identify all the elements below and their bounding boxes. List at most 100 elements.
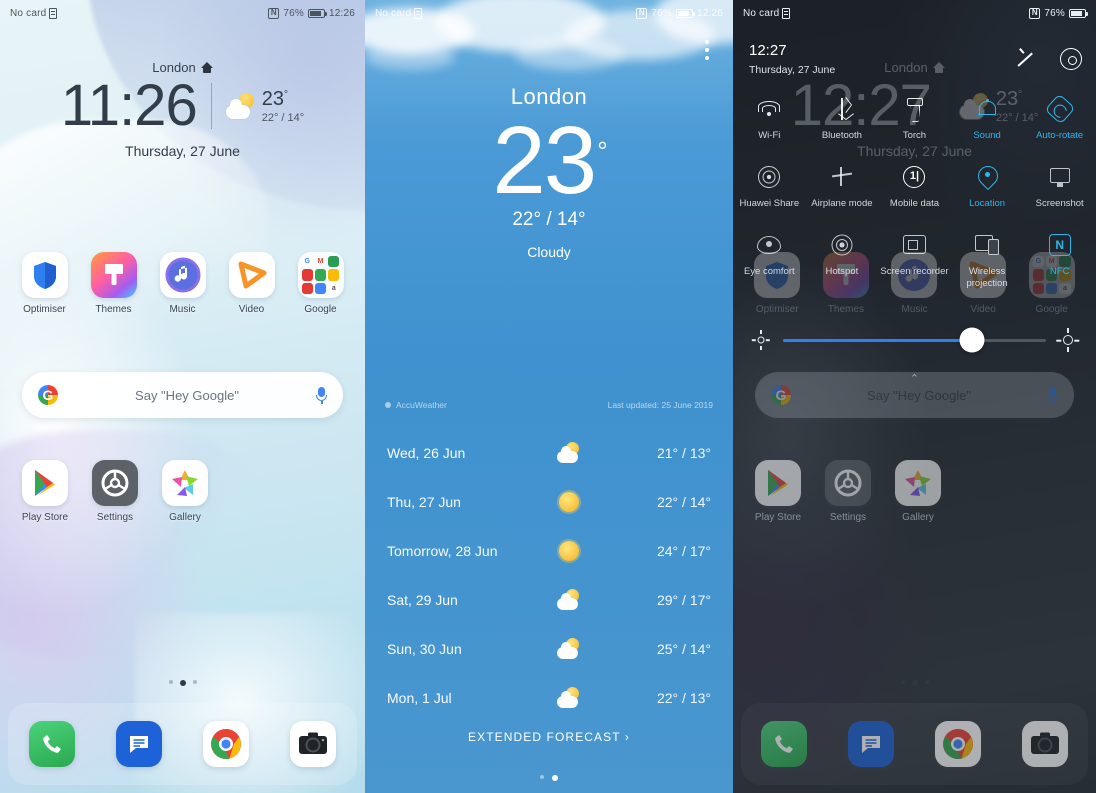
toggle-nfc[interactable]: N NFC [1023,224,1096,290]
app-label: Play Store [21,512,69,523]
app-label: Music [169,304,196,315]
page-dot[interactable] [168,680,173,684]
search-input[interactable]: Say "Hey Google" [58,388,316,403]
sun-behind-cloud-icon [522,442,616,463]
weather-high-low: 22° / 14° [512,209,586,230]
location-pin-icon [951,160,1024,194]
quick-settings-toggle-grid: Wi-Fi Bluetooth Torch Sound Auto-rotate … [733,88,1096,290]
app-icon-video[interactable]: Video [217,252,286,315]
status-bar: No card N 76% [733,0,1096,26]
huawei-share-icon [733,160,806,194]
nfc-icon: N [1023,228,1096,262]
toggle-wireless-projection[interactable]: Wireless projection [951,224,1024,290]
page-dot-active[interactable] [552,775,558,781]
forecast-row[interactable]: Sun, 30 Jun 25° / 14° [365,624,733,673]
forecast-temps: 29° / 17° [656,591,711,608]
status-bar: No card N 76% 12:26 [0,0,365,26]
sun-behind-cloud-icon [225,93,256,119]
status-bar-right: N 76% 12:26 [636,7,723,19]
extended-forecast-button[interactable]: EXTENDED FORECAST › [365,730,733,744]
brightness-high-icon [1056,328,1080,352]
weather-source-label: AccuWeather [396,400,447,410]
toggle-row-1: Wi-Fi Bluetooth Torch Sound Auto-rotate [733,88,1096,142]
forecast-row[interactable]: Tomorrow, 28 Jun 24° / 17° [365,526,733,575]
toggle-row-3: Eye comfort Hotspot Screen recorder Wire… [733,224,1096,290]
forecast-list: Wed, 26 Jun 21° / 13° Thu, 27 Jun 22° / … [365,428,733,722]
app-label: Google [304,304,337,315]
page-dot-active[interactable] [179,680,186,686]
toggle-sound[interactable]: Sound [951,88,1024,142]
toggle-location[interactable]: Location [951,156,1024,210]
widget-high-low: 22° / 14° [261,112,305,124]
toggle-bluetooth[interactable]: Bluetooth [806,88,879,142]
toggle-eye-comfort[interactable]: Eye comfort [733,224,806,290]
app-label: Gallery [169,512,201,523]
auto-rotate-icon [1023,92,1096,126]
quick-settings-header: 12:27 Thursday, 27 June [749,42,1082,76]
forecast-row[interactable]: Thu, 27 Jun 22° / 14° [365,477,733,526]
app-icon-themes[interactable]: Themes [79,252,148,315]
camera-icon[interactable] [290,721,337,767]
toggle-screen-recorder[interactable]: Screen recorder [878,224,951,290]
music-note-icon [159,252,206,298]
phone-icon[interactable] [28,721,75,767]
toggle-label: Wi-Fi [758,130,781,141]
status-bar-clock: 12:26 [328,7,355,19]
quick-settings-collapse-handle[interactable]: ⌃ [733,372,1096,385]
themes-brush-icon [90,252,137,298]
microphone-icon[interactable] [316,386,327,404]
page-indicator [0,680,365,686]
edit-pencil-icon[interactable] [1016,48,1038,70]
no-card-label: No card [10,7,47,19]
quick-settings-actions [1016,48,1082,70]
toggle-label: Bluetooth [821,130,862,141]
app-icon-music[interactable]: Music [148,252,217,315]
chrome-icon[interactable] [203,721,250,767]
play-store-glyph [35,470,55,496]
page-dot[interactable] [540,775,544,779]
toggle-mobile-data[interactable]: 1| Mobile data [878,156,951,210]
page-dot[interactable] [192,680,197,684]
app-folder-google[interactable]: G M a Google [286,252,355,315]
toggle-airplane-mode[interactable]: Airplane mode [806,156,879,210]
bluetooth-icon [806,92,879,126]
forecast-row[interactable]: Sat, 29 Jun 29° / 17° [365,575,733,624]
sun-behind-cloud-icon [522,687,616,708]
app-label: Optimiser [23,304,66,315]
forecast-row[interactable]: Mon, 1 Jul 22° / 13° [365,673,733,722]
forecast-row[interactable]: Wed, 26 Jun 21° / 13° [365,428,733,477]
clock-weather-widget[interactable]: London 11:26 23° 22° / 14° Thursday, 27 … [0,60,365,159]
app-icon-optimiser[interactable]: Optimiser [10,252,79,315]
brightness-slider[interactable] [783,327,1046,353]
nfc-icon: N [1029,7,1041,19]
forecast-day: Sun, 30 Jun [387,640,462,657]
battery-icon [307,8,327,18]
google-g-icon [38,385,58,405]
hotspot-icon [806,228,879,262]
app-icon-play-store[interactable]: Play Store [10,460,80,523]
toggle-wifi[interactable]: Wi-Fi [733,88,806,142]
toggle-hotspot[interactable]: Hotspot [806,224,879,290]
weather-source[interactable]: AccuWeather [385,400,447,410]
app-icon-settings[interactable]: Settings [80,460,150,523]
google-search-bar[interactable]: Say "Hey Google" [22,372,343,418]
gallery-flower-icon [162,460,208,506]
gear-icon[interactable] [1060,48,1082,70]
quick-settings-date: Thursday, 27 June [749,63,836,76]
status-bar: No card N 76% 12:26 [365,0,733,26]
app-icon-gallery[interactable]: Gallery [150,460,220,523]
forecast-temps: 22° / 13° [656,689,711,706]
toggle-auto-rotate[interactable]: Auto-rotate [1023,88,1096,142]
toggle-label: Location [969,197,1006,209]
toggle-label: Auto-rotate [1036,130,1084,141]
toggle-huawei-share[interactable]: Huawei Share [733,156,806,210]
messages-icon[interactable] [115,721,162,767]
sun-icon [522,540,616,561]
weather-page-indicator [365,775,733,781]
toggle-label: Hotspot [825,265,859,277]
overflow-menu-icon[interactable] [705,40,709,60]
no-card-label: No card [375,7,412,19]
toggle-torch[interactable]: Torch [878,88,951,142]
toggle-screenshot[interactable]: Screenshot [1023,156,1096,210]
toggle-label: Screenshot [1035,197,1084,209]
